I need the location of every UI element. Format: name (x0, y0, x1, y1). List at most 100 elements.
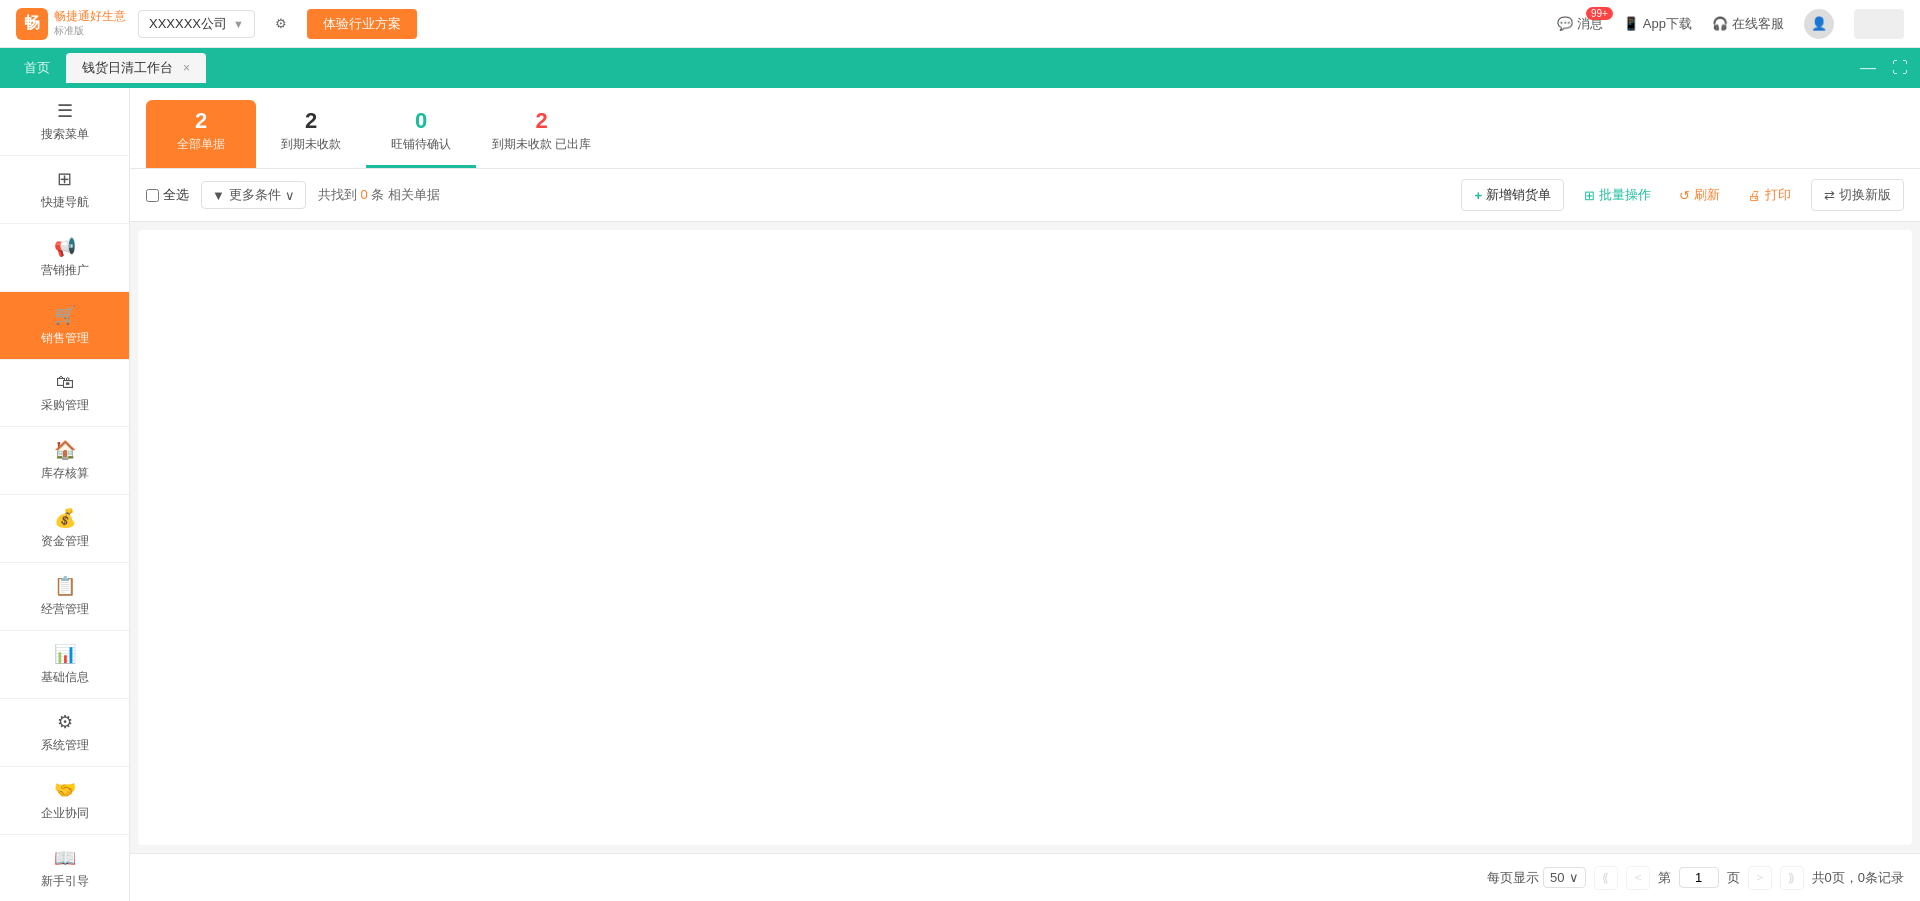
purchase-icon: 🛍 (56, 372, 74, 393)
finance-icon: 💰 (54, 507, 76, 529)
message-icon: 💬 (1557, 16, 1573, 31)
stat-num-overdue: 2 (272, 108, 350, 134)
sidebar-item-label: 采购管理 (41, 397, 89, 414)
result-text: 共找到 0 条 相关单据 (318, 186, 440, 204)
batch-action-button[interactable]: ⊞ 批量操作 (1576, 182, 1659, 208)
top-header: 畅 畅捷通好生意 标准版 XXXXXX公司 ▼ ⚙ 体验行业方案 💬 消息 99… (0, 0, 1920, 48)
first-page-button[interactable]: ⟪ (1594, 866, 1618, 890)
expand-icon[interactable]: ⛶ (1888, 55, 1912, 81)
page-label: 第 (1658, 869, 1671, 887)
sidebar-item-system[interactable]: ⚙ 系统管理 (0, 699, 129, 767)
sidebar-item-cooperation[interactable]: 🤝 企业协同 (0, 767, 129, 835)
nav-tabs: 首页 钱货日清工作台 × — ⛶ (0, 48, 1920, 88)
stat-tab-overdue[interactable]: 2 到期未收款 (256, 100, 366, 168)
settings-icon[interactable]: ⚙ (267, 10, 295, 38)
sidebar-item-sales[interactable]: 🛒 销售管理 (0, 292, 129, 360)
sidebar-item-basic-info[interactable]: 📊 基础信息 (0, 631, 129, 699)
page-size-box[interactable]: 50 ∨ (1543, 867, 1585, 888)
service-icon: 🎧 (1712, 16, 1728, 31)
select-all-input[interactable] (146, 189, 159, 202)
toolbar-right: + 新增销货单 ⊞ 批量操作 ↺ 刷新 🖨 打印 ⇄ 切换新版 (1461, 179, 1904, 211)
content-area: 2 全部单据 2 到期未收款 0 旺铺待确认 2 到期未收款 已出库 全选 (130, 88, 1920, 901)
refresh-button[interactable]: ↺ 刷新 (1671, 182, 1728, 208)
select-all-checkbox[interactable]: 全选 (146, 186, 189, 204)
app-download-label: App下载 (1643, 15, 1692, 33)
toolbar-left: 全选 ▼ 更多条件 ∨ 共找到 0 条 相关单据 (146, 181, 1449, 209)
system-icon: ⚙ (57, 711, 73, 733)
switch-version-button[interactable]: ⇄ 切换新版 (1811, 179, 1904, 211)
plus-icon: + (1474, 188, 1482, 203)
sidebar-item-label: 资金管理 (41, 533, 89, 550)
avatar-icon: 👤 (1811, 16, 1827, 31)
tab-actions: — ⛶ (1856, 55, 1912, 81)
sidebar-item-quicknav[interactable]: ⊞ 快捷导航 (0, 156, 129, 224)
sidebar-item-management[interactable]: 📋 经营管理 (0, 563, 129, 631)
avatar[interactable]: 👤 (1804, 9, 1834, 39)
sidebar-item-inventory[interactable]: 🏠 库存核算 (0, 427, 129, 495)
refresh-label: 刷新 (1694, 186, 1720, 204)
trial-button[interactable]: 体验行业方案 (307, 9, 417, 39)
print-button[interactable]: 🖨 打印 (1740, 182, 1799, 208)
cooperation-icon: 🤝 (54, 779, 76, 801)
tab-qianhuo[interactable]: 钱货日清工作台 × (66, 53, 206, 83)
batch-label: 批量操作 (1599, 186, 1651, 204)
main-layout: ☰ 搜索菜单 ⊞ 快捷导航 📢 营销推广 🛒 销售管理 🛍 采购管理 🏠 库存核… (0, 88, 1920, 901)
tab-home[interactable]: 首页 (8, 53, 66, 83)
page-size-arrow: ∨ (1569, 870, 1579, 885)
sidebar-item-guide[interactable]: 📖 新手引导 (0, 835, 129, 901)
app-download-action[interactable]: 📱 App下载 (1623, 15, 1692, 33)
sidebar-item-label: 新手引导 (41, 873, 89, 890)
filter-button[interactable]: ▼ 更多条件 ∨ (201, 181, 306, 209)
page-number-input[interactable] (1679, 867, 1719, 888)
quicknav-icon: ⊞ (57, 168, 72, 190)
add-btn-label: 新增销货单 (1486, 186, 1551, 204)
minimize-icon[interactable]: — (1856, 55, 1880, 81)
sidebar-item-marketing[interactable]: 📢 营销推广 (0, 224, 129, 292)
last-page-button[interactable]: ⟫ (1780, 866, 1804, 890)
stat-num-wangpu: 0 (382, 108, 460, 134)
toolbar: 全选 ▼ 更多条件 ∨ 共找到 0 条 相关单据 + 新增销货单 (130, 169, 1920, 222)
chevron-down-icon: ∨ (285, 188, 295, 203)
company-name: XXXXXX公司 (149, 15, 227, 33)
sidebar-item-finance[interactable]: 💰 资金管理 (0, 495, 129, 563)
sales-icon: 🛒 (54, 304, 76, 326)
empty-content (138, 230, 1912, 845)
sidebar-item-label: 系统管理 (41, 737, 89, 754)
sidebar-item-label: 快捷导航 (41, 194, 89, 211)
add-order-button[interactable]: + 新增销货单 (1461, 179, 1564, 211)
batch-icon: ⊞ (1584, 188, 1595, 203)
user-extra[interactable] (1854, 9, 1904, 39)
stat-tab-all[interactable]: 2 全部单据 (146, 100, 256, 168)
online-service-label: 在线客服 (1732, 15, 1784, 33)
search-menu-icon: ☰ (57, 100, 73, 122)
sidebar-item-purchase[interactable]: 🛍 采购管理 (0, 360, 129, 427)
pagination-bar: 每页显示 50 ∨ ⟪ ＜ 第 页 ＞ ⟫ 共0页，0条记录 (130, 853, 1920, 901)
per-page-selector: 每页显示 50 ∨ (1487, 867, 1585, 888)
filter-label: 更多条件 (229, 186, 281, 204)
stat-tab-shipped[interactable]: 2 到期未收款 已出库 (476, 100, 607, 168)
stat-num-all: 2 (162, 108, 240, 134)
sidebar-item-label: 销售管理 (41, 330, 89, 347)
refresh-icon: ↺ (1679, 188, 1690, 203)
total-info: 共0页，0条记录 (1812, 869, 1904, 887)
online-service-action[interactable]: 🎧 在线客服 (1712, 15, 1784, 33)
sidebar-item-search[interactable]: ☰ 搜索菜单 (0, 88, 129, 156)
message-action[interactable]: 💬 消息 99+ (1557, 15, 1603, 33)
prev-page-button[interactable]: ＜ (1626, 866, 1650, 890)
message-badge: 99+ (1586, 7, 1613, 20)
company-selector[interactable]: XXXXXX公司 ▼ (138, 10, 255, 38)
stat-label-wangpu: 旺铺待确认 (382, 136, 460, 153)
sidebar-item-label: 库存核算 (41, 465, 89, 482)
sidebar: ☰ 搜索菜单 ⊞ 快捷导航 📢 营销推广 🛒 销售管理 🛍 采购管理 🏠 库存核… (0, 88, 130, 901)
stat-tab-wangpu[interactable]: 0 旺铺待确认 (366, 100, 476, 168)
print-icon: 🖨 (1748, 188, 1761, 203)
basic-info-icon: 📊 (54, 643, 76, 665)
select-all-label: 全选 (163, 186, 189, 204)
chevron-down-icon: ▼ (233, 18, 244, 30)
guide-icon: 📖 (54, 847, 76, 869)
page-suffix: 页 (1727, 869, 1740, 887)
header-left: 畅 畅捷通好生意 标准版 XXXXXX公司 ▼ ⚙ 体验行业方案 (16, 8, 417, 40)
close-tab-icon[interactable]: × (183, 61, 190, 75)
filter-icon: ▼ (212, 188, 225, 203)
next-page-button[interactable]: ＞ (1748, 866, 1772, 890)
